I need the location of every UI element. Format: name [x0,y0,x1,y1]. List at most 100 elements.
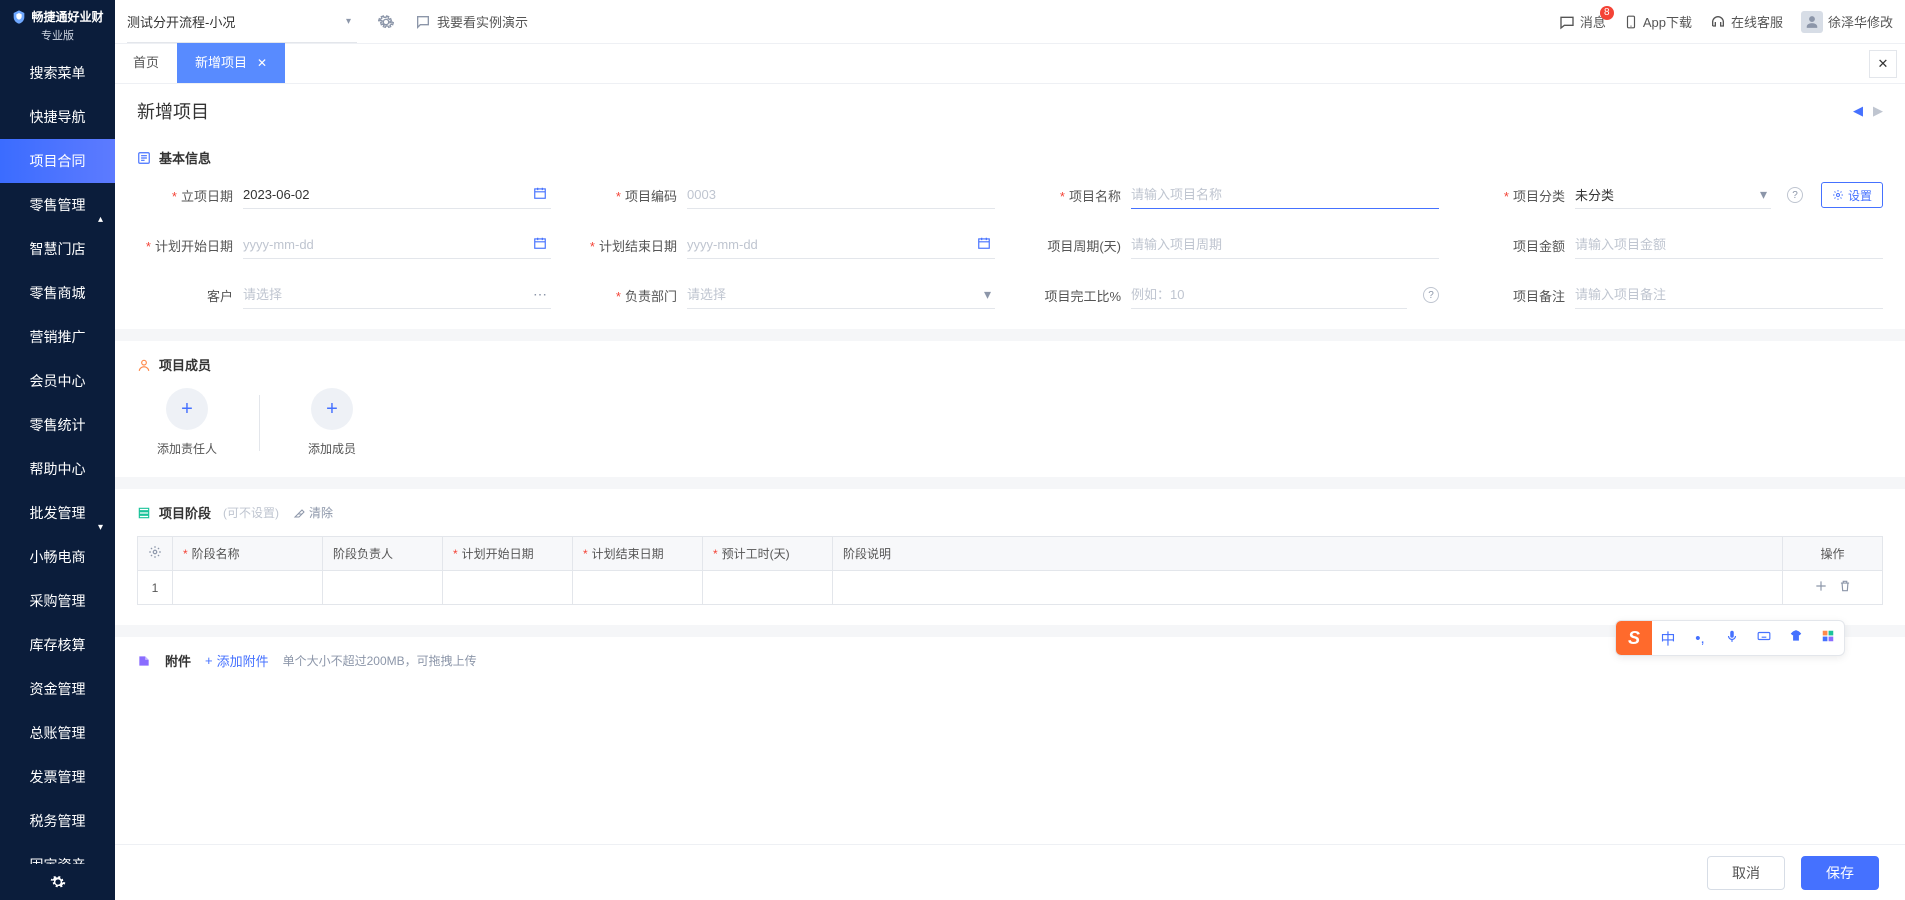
progress-field[interactable] [1131,281,1407,309]
start-date-input[interactable] [243,187,533,202]
code-field[interactable] [687,181,995,209]
more-icon[interactable]: ⋯ [533,286,547,303]
plan-end-input[interactable] [687,237,977,252]
remark-input[interactable] [1575,287,1879,302]
sidebar-menu: 搜索菜单 快捷导航 项目合同 零售管理▴ 智慧门店 零售商城 营销推广 会员中心… [0,51,115,864]
dept-input[interactable] [687,287,984,302]
ime-tool-icon[interactable] [1812,629,1844,647]
section-stages: 项目阶段 (可不设置) 清除 *阶段名称 阶段负责人 *计划开始日期 [115,489,1905,625]
app-download[interactable]: App下载 [1624,12,1692,31]
help-icon[interactable]: ? [1423,287,1439,303]
topbar: 测试分开流程-小况 ▾ 我要看实例演示 消息 8 App下载 [115,0,1905,44]
start-date-field[interactable] [243,181,551,209]
amount-field[interactable] [1575,231,1883,259]
sidebar-item-retailstat[interactable]: 零售统计 [0,403,115,447]
add-owner-button[interactable]: + [166,388,208,430]
eraser-icon [293,507,305,519]
dept-field[interactable]: ▾ [687,281,995,309]
save-button[interactable]: 保存 [1801,856,1879,890]
row-delete-icon[interactable] [1838,579,1852,596]
remark-field[interactable] [1575,281,1883,309]
plan-end-field[interactable] [687,231,995,259]
sidebar-item-member[interactable]: 会员中心 [0,359,115,403]
stage-row[interactable]: 1 [138,571,1883,605]
user-menu[interactable]: 徐泽华修改 [1801,11,1893,33]
cycle-input[interactable] [1131,237,1435,252]
help-icon[interactable]: ? [1787,187,1803,203]
tab-home[interactable]: 首页 [115,43,177,83]
stage-cell-hours[interactable] [703,571,833,605]
name-field[interactable] [1131,181,1439,209]
flow-selector[interactable]: 测试分开流程-小况 ▾ [127,0,357,43]
tab-new-project[interactable]: 新增项目 ✕ [177,43,285,83]
cycle-field[interactable] [1131,231,1439,259]
ime-punct-icon[interactable]: •, [1684,630,1716,647]
members-section-title: 项目成员 [159,355,211,374]
sidebar-item-funds[interactable]: 资金管理 [0,667,115,711]
stage-col-gear[interactable] [138,537,173,571]
calendar-icon[interactable] [533,236,547,253]
sidebar-item-invoice[interactable]: 发票管理 [0,755,115,799]
close-all-tabs[interactable]: ✕ [1869,50,1897,78]
ime-lang[interactable]: 中 [1652,628,1684,649]
category-settings-button[interactable]: 设置 [1821,182,1883,208]
sidebar-item-search[interactable]: 搜索菜单 [0,51,115,95]
stage-col-planstart: *计划开始日期 [443,537,573,571]
category-field[interactable]: ▾ [1575,181,1771,209]
prev-page-icon[interactable]: ◀ [1853,103,1863,119]
sidebar-item-inventory[interactable]: 库存核算 [0,623,115,667]
messages-button[interactable]: 消息 8 [1559,12,1606,31]
category-input[interactable] [1575,187,1760,202]
stage-cell-planstart[interactable] [443,571,573,605]
ime-skin-icon[interactable] [1780,629,1812,647]
logo-icon [11,9,27,25]
tabbar: 首页 新增项目 ✕ ✕ [115,44,1905,84]
sidebar-item-help[interactable]: 帮助中心 [0,447,115,491]
online-service[interactable]: 在线客服 [1710,12,1783,31]
ime-toolbar[interactable]: S 中 •, [1615,620,1845,656]
sidebar-item-wholesale[interactable]: 批发管理▾ [0,491,115,535]
sidebar-item-ledger[interactable]: 总账管理 [0,711,115,755]
add-member-button[interactable]: + [311,388,353,430]
basic-section-icon [137,151,151,165]
chevron-down-icon: ▾ [346,16,351,27]
ime-keyboard-icon[interactable] [1748,629,1780,647]
sidebar-item-marketing[interactable]: 营销推广 [0,315,115,359]
stage-cell-desc[interactable] [833,571,1783,605]
add-attachment-button[interactable]: + 添加附件 [205,651,269,670]
plan-start-field[interactable] [243,231,551,259]
sidebar-item-smartstore[interactable]: 智慧门店 [0,227,115,271]
stage-cell-owner[interactable] [323,571,443,605]
demo-link[interactable]: 我要看实例演示 [415,12,528,31]
row-add-icon[interactable] [1814,579,1828,596]
sidebar: 畅捷通好业财 专业版 搜索菜单 快捷导航 项目合同 零售管理▴ 智慧门店 零售商… [0,0,115,900]
stages-clear-button[interactable]: 清除 [293,504,333,521]
stage-cell-planend[interactable] [573,571,703,605]
sidebar-item-quicknav[interactable]: 快捷导航 [0,95,115,139]
name-input[interactable] [1131,187,1435,202]
customer-input[interactable] [243,287,533,302]
sidebar-item-retailmall[interactable]: 零售商城 [0,271,115,315]
plan-start-input[interactable] [243,237,533,252]
sidebar-item-project-contract[interactable]: 项目合同 [0,139,115,183]
flow-settings-icon[interactable] [375,11,397,33]
sidebar-settings[interactable] [0,864,115,900]
sidebar-item-assets[interactable]: 固定资产 [0,843,115,864]
tab-close-icon[interactable]: ✕ [257,43,267,83]
sidebar-item-purchase[interactable]: 采购管理 [0,579,115,623]
cancel-button[interactable]: 取消 [1707,856,1785,890]
sidebar-item-ecommerce[interactable]: 小畅电商 [0,535,115,579]
code-input[interactable] [687,187,991,202]
calendar-icon[interactable] [533,186,547,203]
calendar-icon[interactable] [977,236,991,253]
progress-input[interactable] [1131,287,1403,302]
amount-input[interactable] [1575,237,1879,252]
chevron-down-icon[interactable]: ▾ [984,286,991,303]
sidebar-item-retail[interactable]: 零售管理▴ [0,183,115,227]
chevron-down-icon[interactable]: ▾ [1760,186,1767,203]
ime-mic-icon[interactable] [1716,629,1748,647]
add-owner-label: 添加责任人 [157,440,217,457]
customer-field[interactable]: ⋯ [243,281,551,309]
sidebar-item-tax[interactable]: 税务管理 [0,799,115,843]
stage-cell-name[interactable] [173,571,323,605]
